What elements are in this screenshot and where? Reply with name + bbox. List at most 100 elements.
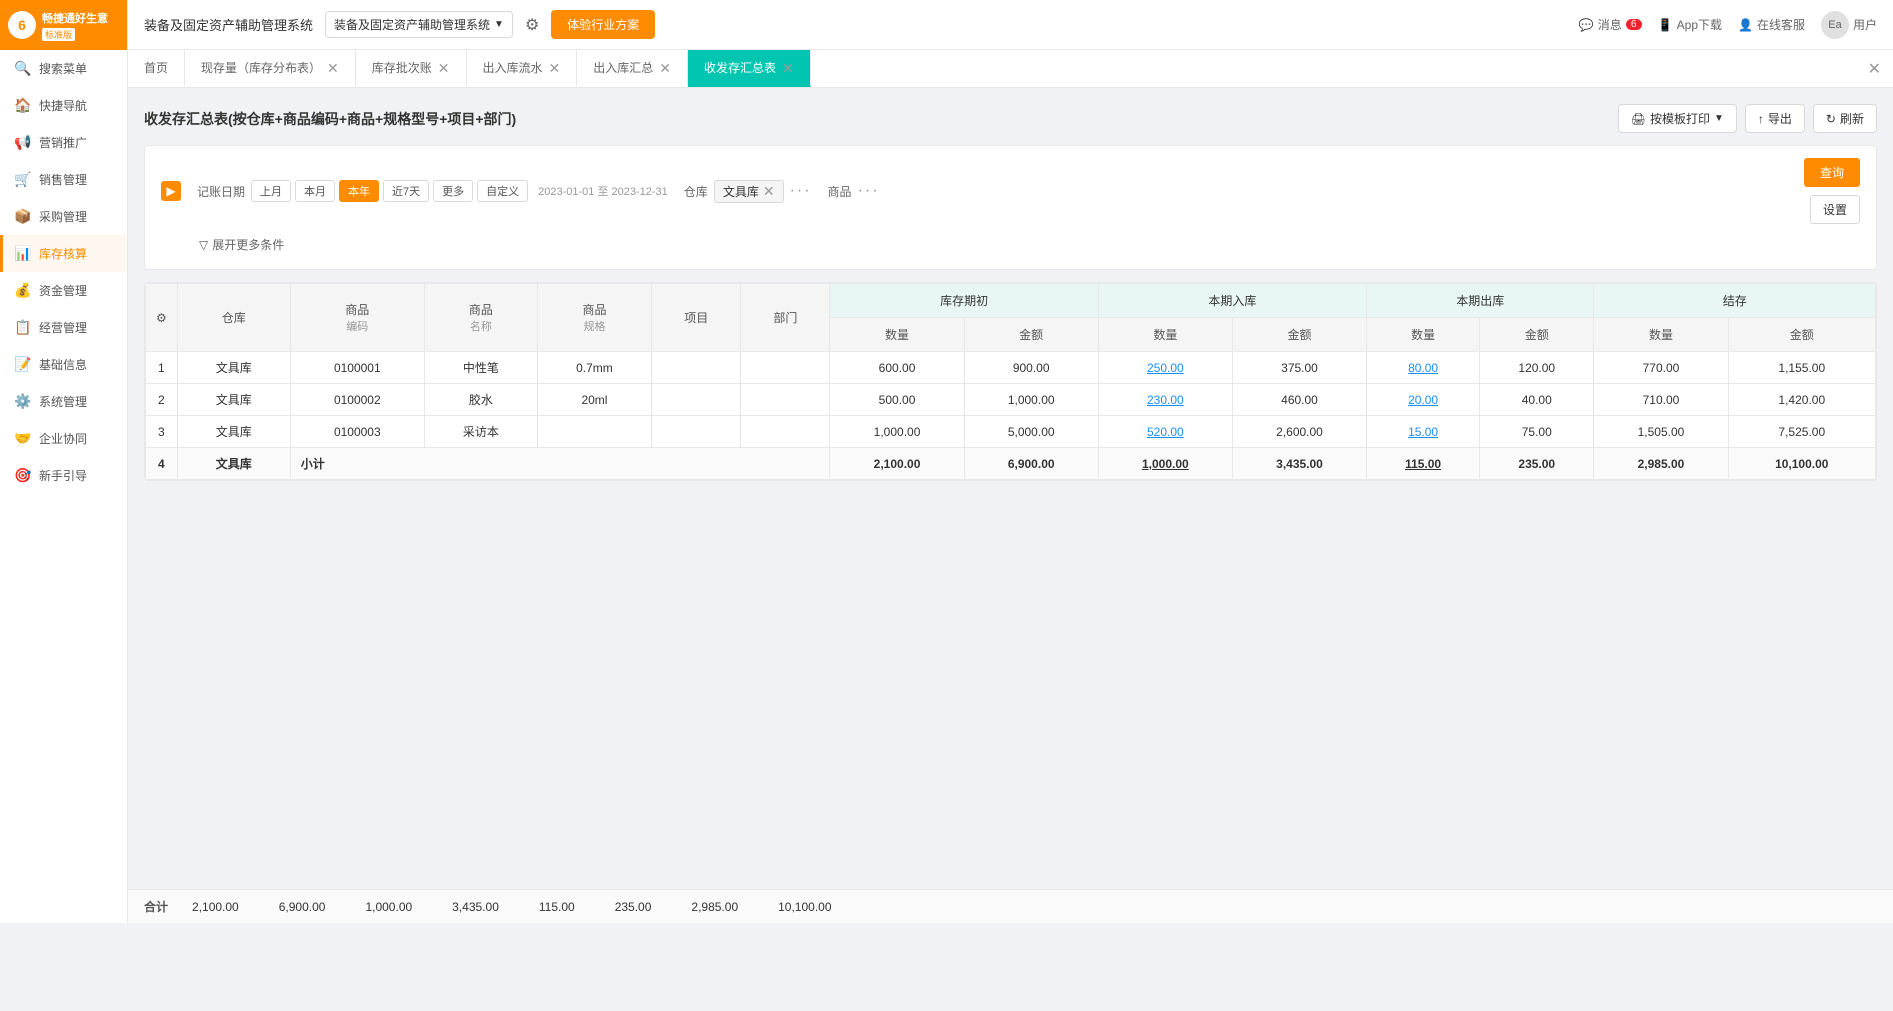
main-content: 收发存汇总表(按仓库+商品编码+商品+规格型号+项目+部门) 🖨 按模板打印 ▼… bbox=[128, 88, 1893, 497]
row-out-qty[interactable]: 15.00 bbox=[1367, 416, 1480, 448]
subtotal-in-amt: 3,435.00 bbox=[1232, 448, 1366, 480]
try-industry-button[interactable]: 体验行业方案 bbox=[551, 10, 655, 39]
warehouse-more-icon[interactable]: ··· bbox=[790, 182, 812, 200]
row-balance-amt: 7,525.00 bbox=[1728, 416, 1875, 448]
sidebar-item-collab[interactable]: 🤝 企业协同 bbox=[0, 420, 127, 457]
sidebar-icon-marketing: 📢 bbox=[15, 135, 31, 151]
date-label: 记账日期 bbox=[197, 183, 245, 200]
tab-5[interactable]: 收发存汇总表✕ bbox=[688, 50, 811, 87]
table-subheader-in-qty: 数量 bbox=[1098, 318, 1232, 352]
tab-close-1[interactable]: ✕ bbox=[327, 61, 339, 75]
date-btn-上月[interactable]: 上月 bbox=[251, 180, 291, 202]
tab-4[interactable]: 出入库汇总 ✕ bbox=[577, 50, 688, 87]
date-btn-自定义[interactable]: 自定义 bbox=[477, 180, 528, 202]
sidebar-item-basic[interactable]: 📝基础信息 bbox=[0, 346, 127, 383]
footer-bar: 合计 2,100.00 6,900.00 1,000.00 3,435.00 1… bbox=[128, 889, 1893, 923]
total-balance-amt: 10,100.00 bbox=[778, 900, 831, 914]
sidebar-item-sales[interactable]: 🛒销售管理 bbox=[0, 161, 127, 198]
export-button[interactable]: ↑ 导出 bbox=[1745, 104, 1805, 133]
gear-settings-icon[interactable]: ⚙ bbox=[525, 15, 539, 35]
tab-close-3[interactable]: ✕ bbox=[549, 61, 561, 75]
topbar: 装备及固定资产辅助管理系统 装备及固定资产辅助管理系统 ▼ ⚙ 体验行业方案 💬… bbox=[128, 0, 1893, 50]
sidebar-icon-purchase: 📦 bbox=[15, 209, 31, 225]
sidebar-label-quick: 快捷导航 bbox=[39, 97, 87, 114]
tab-list: 首页现存量（库存分布表）✕库存批次账✕出入库流水✕出入库汇总✕收发存汇总表✕ bbox=[128, 50, 811, 87]
close-all-tabs-button[interactable]: ✕ bbox=[1856, 50, 1893, 87]
tab-label-4: 出入库汇总 bbox=[593, 59, 653, 76]
tab-2[interactable]: 库存批次账✕ bbox=[356, 50, 467, 87]
row-in-qty[interactable]: 250.00 bbox=[1098, 352, 1232, 384]
sidebar-icon-collab: 🤝 bbox=[15, 431, 31, 447]
topbar-right: 💬 消息 6 📱 App下载 👤 在线客服 Ea 用户 bbox=[1579, 11, 1877, 39]
total-out-qty: 115.00 bbox=[539, 900, 575, 914]
tab-1[interactable]: 现存量（库存分布表）✕ bbox=[185, 50, 356, 87]
goods-more-icon[interactable]: ··· bbox=[858, 182, 880, 200]
sidebar-item-guide[interactable]: 🎯新手引导 bbox=[0, 457, 127, 494]
user-item[interactable]: Ea 用户 bbox=[1821, 11, 1877, 39]
sidebar-label-guide: 新手引导 bbox=[39, 467, 87, 484]
tab-close-5[interactable]: ✕ bbox=[782, 61, 794, 75]
row-in-qty[interactable]: 230.00 bbox=[1098, 384, 1232, 416]
sidebar-label-collab: 企业协同 bbox=[39, 430, 87, 447]
date-btn-更多[interactable]: 更多 bbox=[433, 180, 473, 202]
warehouse-tag-close[interactable]: ✕ bbox=[763, 184, 775, 198]
tab-3[interactable]: 出入库流水✕ bbox=[467, 50, 578, 87]
tab-0[interactable]: 首页 bbox=[128, 50, 185, 87]
table-row: 3 文具库 0100003 采访本 1,000.00 5,000.00 520.… bbox=[146, 416, 1876, 448]
row-out-qty[interactable]: 20.00 bbox=[1367, 384, 1480, 416]
subtotal-in-qty: 1,000.00 bbox=[1098, 448, 1232, 480]
row-out-amt: 40.00 bbox=[1480, 384, 1594, 416]
service-icon: 👤 bbox=[1738, 18, 1753, 32]
sidebar-label-search: 搜索菜单 bbox=[39, 60, 87, 77]
row-no: 1 bbox=[146, 352, 178, 384]
date-btn-本月[interactable]: 本月 bbox=[295, 180, 335, 202]
tab-close-2[interactable]: ✕ bbox=[438, 61, 450, 75]
system-selector[interactable]: 装备及固定资产辅助管理系统 ▼ bbox=[325, 11, 513, 38]
print-template-button[interactable]: 🖨 按模板打印 ▼ bbox=[1618, 104, 1737, 133]
row-project bbox=[652, 384, 741, 416]
row-name: 采访本 bbox=[424, 416, 537, 448]
sidebar-item-search[interactable]: 🔍搜索菜单 bbox=[0, 50, 127, 87]
gear-column-icon[interactable]: ⚙ bbox=[156, 311, 167, 325]
filter-toggle-button[interactable]: ▶ bbox=[161, 181, 181, 201]
total-label: 合计 bbox=[144, 898, 168, 915]
online-service-item[interactable]: 👤 在线客服 bbox=[1738, 16, 1805, 33]
system-title: 装备及固定资产辅助管理系统 bbox=[144, 15, 313, 34]
message-item[interactable]: 💬 消息 6 bbox=[1579, 16, 1642, 33]
query-button[interactable]: 查询 bbox=[1804, 158, 1860, 187]
sidebar-item-quick[interactable]: 🏠快捷导航 bbox=[0, 87, 127, 124]
sidebar-item-marketing[interactable]: 📢营销推广 bbox=[0, 124, 127, 161]
row-balance-amt: 1,155.00 bbox=[1728, 352, 1875, 384]
sidebar-item-system[interactable]: ⚙️系统管理 bbox=[0, 383, 127, 420]
subtotal-out-amt: 235.00 bbox=[1480, 448, 1594, 480]
sidebar-label-sales: 销售管理 bbox=[39, 171, 87, 188]
sidebar-label-purchase: 采购管理 bbox=[39, 208, 87, 225]
app-download-item[interactable]: 📱 App下载 bbox=[1658, 16, 1722, 33]
sidebar-item-inventory[interactable]: 📊库存核算 bbox=[0, 235, 127, 272]
sidebar-item-purchase[interactable]: 📦 采购管理 bbox=[0, 198, 127, 235]
row-in-qty[interactable]: 520.00 bbox=[1098, 416, 1232, 448]
subtotal-opening-qty: 2,100.00 bbox=[830, 448, 964, 480]
print-icon: 🖨 bbox=[1631, 112, 1646, 126]
settings-button[interactable]: 设置 bbox=[1810, 195, 1860, 224]
row-code: 0100003 bbox=[290, 416, 424, 448]
table-row: 2 文具库 0100002 胶水 20ml 500.00 1,000.00 23… bbox=[146, 384, 1876, 416]
row-balance-amt: 1,420.00 bbox=[1728, 384, 1875, 416]
subtotal-no: 4 bbox=[146, 448, 178, 480]
row-name: 中性笔 bbox=[424, 352, 537, 384]
refresh-button[interactable]: ↻ 刷新 bbox=[1813, 104, 1877, 133]
message-badge: 6 bbox=[1626, 19, 1642, 30]
sidebar-item-finance[interactable]: 💰资金管理 bbox=[0, 272, 127, 309]
goods-filter-item: 商品 ··· bbox=[828, 182, 880, 200]
tab-close-4[interactable]: ✕ bbox=[659, 61, 671, 75]
sidebar-label-inventory: 库存核算 bbox=[39, 245, 87, 262]
logo-text: 畅捷通好生意 标准版 bbox=[42, 10, 108, 41]
row-out-qty[interactable]: 80.00 bbox=[1367, 352, 1480, 384]
sidebar-item-operation[interactable]: 📋经营管理 bbox=[0, 309, 127, 346]
subtotal-balance-qty: 2,985.00 bbox=[1594, 448, 1728, 480]
expand-more-conditions-button[interactable]: ▽ 展开更多条件 bbox=[191, 232, 292, 257]
row-warehouse: 文具库 bbox=[177, 416, 290, 448]
date-btn-近7天[interactable]: 近7天 bbox=[383, 180, 429, 202]
date-btn-本年[interactable]: 本年 bbox=[339, 180, 379, 202]
sidebar-icon-system: ⚙️ bbox=[15, 394, 31, 410]
